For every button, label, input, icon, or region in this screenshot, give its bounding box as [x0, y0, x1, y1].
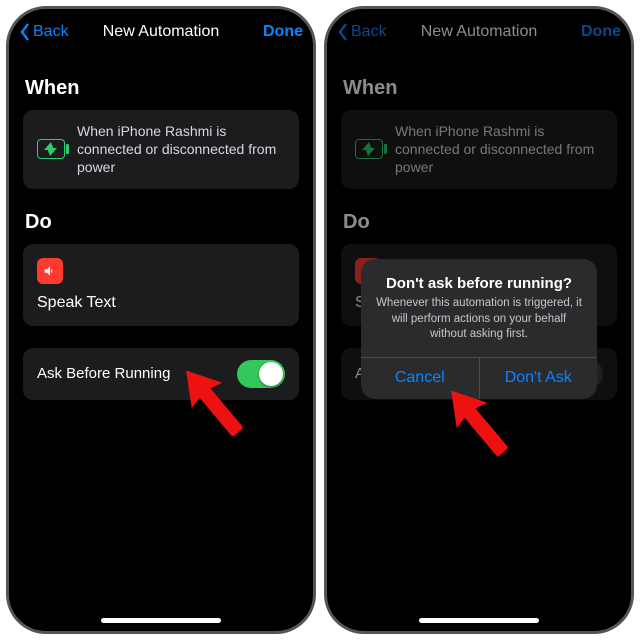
charging-battery-icon [37, 139, 65, 159]
trigger-card[interactable]: When iPhone Rashmi is connected or disco… [23, 110, 299, 189]
when-heading: When [25, 77, 299, 100]
trigger-text: When iPhone Rashmi is connected or disco… [395, 122, 603, 177]
back-button[interactable]: Back [19, 22, 69, 42]
back-label: Back [33, 23, 69, 41]
done-button[interactable]: Done [263, 23, 303, 41]
ask-before-running-toggle[interactable] [237, 360, 285, 388]
trigger-card[interactable]: When iPhone Rashmi is connected or disco… [341, 110, 617, 189]
home-indicator[interactable] [101, 618, 221, 623]
charging-battery-icon [355, 139, 383, 159]
dialog-message: Whenever this automation is triggered, i… [375, 296, 583, 343]
ask-before-running-label: Ask Before Running [37, 365, 170, 382]
trigger-text: When iPhone Rashmi is connected or disco… [77, 122, 285, 177]
do-heading: Do [25, 211, 299, 234]
nav-bar: Back New Automation Done [327, 9, 631, 55]
dialog-confirm-button[interactable]: Don't Ask [480, 358, 598, 399]
ask-before-running-row: Ask Before Running [23, 348, 299, 400]
back-button[interactable]: Back [337, 22, 387, 42]
chevron-left-icon [19, 22, 31, 42]
action-title: Speak Text [37, 294, 285, 312]
home-indicator[interactable] [419, 618, 539, 623]
dialog-title: Don't ask before running? [375, 275, 583, 292]
done-button[interactable]: Done [581, 23, 621, 41]
action-card[interactable]: Speak Text [23, 244, 299, 326]
back-label: Back [351, 23, 387, 41]
do-heading: Do [343, 211, 617, 234]
phone-left: Back New Automation Done When When iPhon… [6, 6, 316, 634]
phone-right: Back New Automation Done When When iPhon… [324, 6, 634, 634]
dialog-cancel-button[interactable]: Cancel [361, 358, 480, 399]
confirm-dialog: Don't ask before running? Whenever this … [361, 259, 597, 399]
speaker-icon [37, 258, 63, 284]
chevron-left-icon [337, 22, 349, 42]
nav-bar: Back New Automation Done [9, 9, 313, 55]
when-heading: When [343, 77, 617, 100]
